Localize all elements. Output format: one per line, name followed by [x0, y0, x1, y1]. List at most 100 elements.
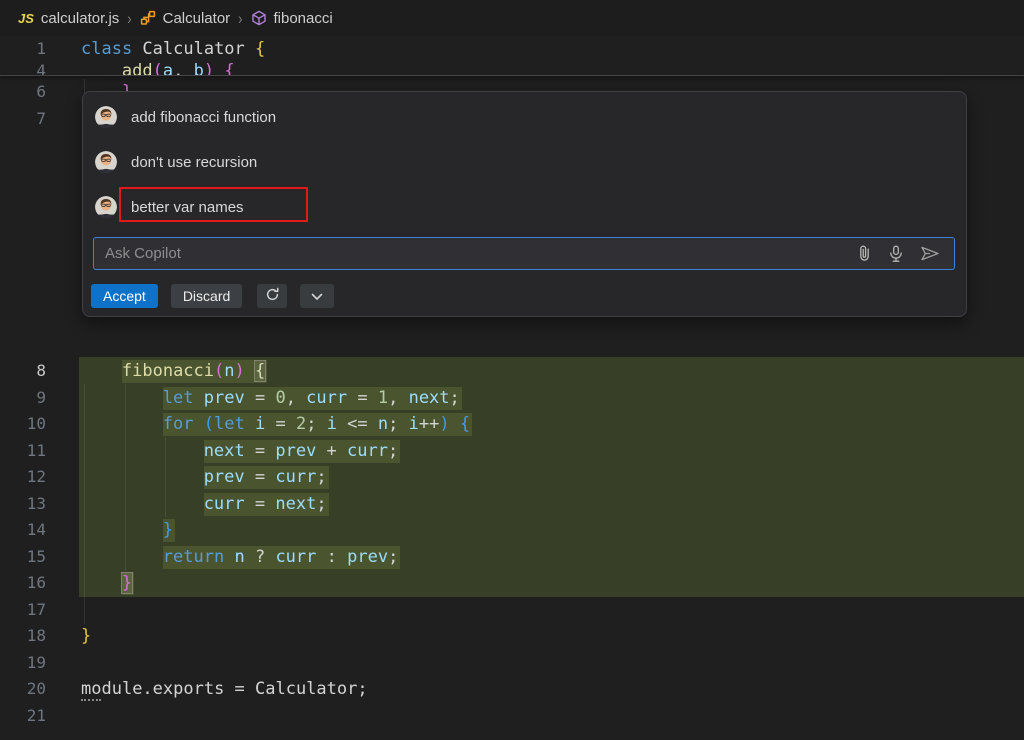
- line-number: 12: [0, 464, 46, 491]
- code-token: [450, 414, 460, 434]
- code-token: =: [347, 388, 378, 408]
- code-token: next: [409, 388, 450, 408]
- code-line[interactable]: 8 fibonacci(n) {: [0, 358, 1024, 385]
- code-line[interactable]: 12 prev = curr;: [0, 464, 1024, 491]
- chat-history-item[interactable]: don't use recursion: [83, 147, 966, 177]
- code-token: next: [204, 441, 245, 461]
- code-token: fibonacci: [122, 361, 214, 381]
- js-file-icon: JS: [18, 11, 34, 26]
- sticky-line[interactable]: 4add(a, b) {: [0, 60, 1024, 75]
- code-token: {: [255, 39, 265, 59]
- inserted-text-highlight: return n ? curr : prev;: [163, 546, 401, 569]
- chat-actions: Accept Discard: [91, 284, 334, 308]
- copilot-input[interactable]: Ask Copilot: [93, 237, 955, 270]
- code-line[interactable]: 9let prev = 0, curr = 1, next;: [0, 385, 1024, 412]
- code-token: curr: [275, 547, 316, 567]
- code-token: [245, 414, 255, 434]
- code-token: +: [316, 441, 347, 461]
- inserted-text-highlight: }: [122, 572, 134, 595]
- code-token: ;: [450, 388, 460, 408]
- rerun-button[interactable]: [257, 284, 287, 308]
- breadcrumb-file[interactable]: calculator.js: [41, 10, 119, 27]
- code-line[interactable]: 11next = prev + curr;: [0, 438, 1024, 465]
- code-token: curr: [347, 441, 388, 461]
- line-number: 8: [0, 358, 46, 385]
- send-icon[interactable]: [920, 245, 940, 262]
- code-token: b: [194, 61, 204, 75]
- code-token: let: [163, 388, 194, 408]
- code-token: n: [378, 414, 388, 434]
- code-token: ): [204, 61, 214, 75]
- code-token: let: [214, 414, 245, 434]
- inserted-text-highlight: curr = next;: [204, 493, 329, 516]
- inserted-text-highlight: fibonacci(n) {: [122, 360, 267, 383]
- code-token: ,: [173, 61, 193, 75]
- code-line[interactable]: 19: [0, 650, 1024, 677]
- code-token: 2: [296, 414, 306, 434]
- code-token: (: [214, 361, 224, 381]
- paperclip-icon[interactable]: [857, 245, 872, 262]
- line-number: 21: [0, 703, 46, 730]
- line-number: 14: [0, 517, 46, 544]
- code-line[interactable]: 10for (let i = 2; i <= n; i++) {: [0, 411, 1024, 438]
- code-line[interactable]: 16}: [0, 570, 1024, 597]
- line-number: 17: [0, 597, 46, 624]
- user-avatar: [95, 196, 117, 218]
- code-token: :: [316, 547, 347, 567]
- line-number: 1: [0, 38, 46, 60]
- code-token: prev: [204, 467, 245, 487]
- code-token: prev: [204, 388, 245, 408]
- code-line[interactable]: 14}: [0, 517, 1024, 544]
- code-token: for: [163, 414, 194, 434]
- code-token: n: [234, 547, 244, 567]
- code-token: }: [81, 626, 91, 646]
- code-token: ?: [245, 547, 276, 567]
- inserted-text-highlight: }: [163, 519, 175, 542]
- accept-button[interactable]: Accept: [91, 284, 158, 308]
- code-line[interactable]: 20module.exports = Calculator;: [0, 676, 1024, 703]
- code-token: class: [81, 39, 132, 59]
- discard-button[interactable]: Discard: [171, 284, 242, 308]
- input-placeholder: Ask Copilot: [94, 245, 857, 262]
- inserted-text-highlight: next = prev + curr;: [204, 440, 401, 463]
- code-token: [245, 361, 255, 381]
- code-line[interactable]: 21: [0, 703, 1024, 730]
- code-token: return: [163, 547, 224, 567]
- code-line[interactable]: 17: [0, 597, 1024, 624]
- code-token: ): [235, 361, 245, 381]
- microphone-icon[interactable]: [889, 245, 903, 263]
- code-token: ,: [388, 388, 408, 408]
- code-token: [224, 547, 234, 567]
- code-token: 0: [275, 388, 285, 408]
- inserted-text-highlight: let prev = 0, curr = 1, next;: [163, 387, 462, 410]
- breadcrumb: JS calculator.js › Calculator › fibonacc…: [0, 0, 1024, 36]
- code-token: Calculator: [132, 39, 255, 59]
- chat-history-item[interactable]: add fibonacci function: [83, 102, 966, 132]
- chevron-right-icon: ›: [126, 9, 132, 28]
- code-line[interactable]: 15return n ? curr : prev;: [0, 544, 1024, 571]
- dropdown-button[interactable]: [300, 284, 334, 308]
- line-number: 16: [0, 570, 46, 597]
- code-token: i: [409, 414, 419, 434]
- code-token: =: [245, 441, 276, 461]
- code-token: =: [245, 494, 276, 514]
- code-line[interactable]: 18}: [0, 623, 1024, 650]
- code-line[interactable]: 13curr = next;: [0, 491, 1024, 518]
- breadcrumb-method[interactable]: fibonacci: [274, 10, 333, 27]
- code-token: a: [163, 61, 173, 75]
- code-token: {: [255, 361, 265, 381]
- code-token: ;: [388, 441, 398, 461]
- line-number: 19: [0, 650, 46, 677]
- code-token: ): [439, 414, 449, 434]
- inserted-text-highlight: prev = curr;: [204, 466, 329, 489]
- code-token: =: [265, 414, 296, 434]
- code-token: ;: [316, 494, 326, 514]
- inserted-text-highlight: for (let i = 2; i <= n; i++) {: [163, 413, 472, 436]
- sticky-scroll[interactable]: 1 class Calculator {4add(a, b) {: [0, 36, 1024, 76]
- code-token: (: [204, 414, 214, 434]
- code-token: (: [153, 61, 163, 75]
- line-number: 6: [0, 79, 46, 106]
- breadcrumb-class[interactable]: Calculator: [163, 10, 231, 27]
- code-token: ;: [316, 467, 326, 487]
- sticky-line[interactable]: 1 class Calculator {: [0, 38, 1024, 60]
